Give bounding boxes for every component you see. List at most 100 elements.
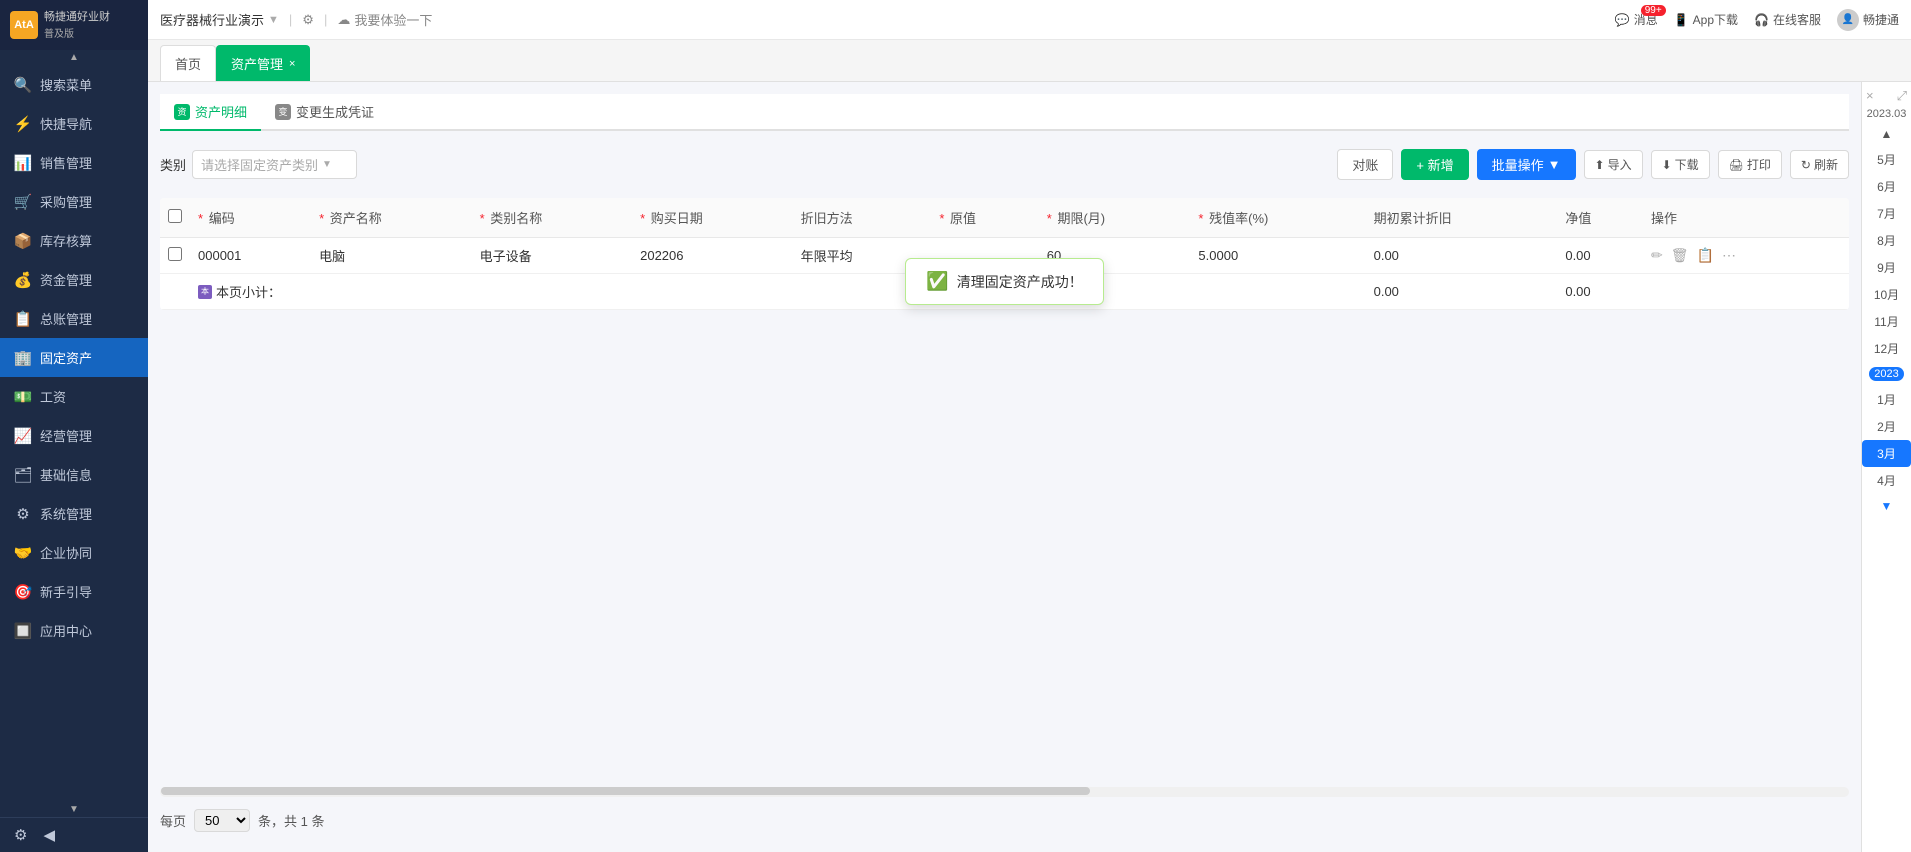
per-page-select[interactable]: 50 100 200 — [194, 809, 250, 832]
company-selector[interactable]: 医疗器械行业演示 ▼ — [160, 10, 279, 29]
panel-year-label: 2023.03 — [1863, 106, 1911, 122]
batch-ops-button[interactable]: 批量操作 ▼ — [1477, 149, 1576, 180]
online-service-btn[interactable]: 🎧 在线客服 — [1754, 11, 1821, 28]
panel-down-arrow[interactable]: ▼ — [1862, 494, 1911, 518]
messages-btn[interactable]: 💬 消息 99+ — [1615, 11, 1658, 28]
row-residual-rate: 5.0000 — [1190, 238, 1365, 274]
guide-icon: 🎯 — [14, 583, 32, 601]
main-area: 医疗器械行业演示 ▼ | ⚙ | ☁ 我要体验一下 💬 消息 99+ 📱 App… — [148, 0, 1911, 852]
sidebar-item-funds[interactable]: 💰 资金管理 — [0, 260, 148, 299]
collapse-sidebar-icon[interactable]: ◀ — [43, 826, 55, 844]
sidebar-item-payroll[interactable]: 💵 工资 — [0, 377, 148, 416]
row-checkbox[interactable] — [168, 247, 182, 261]
message-icon: 💬 — [1615, 13, 1630, 27]
sidebar-item-operations[interactable]: 📈 经营管理 — [0, 416, 148, 455]
tab-asset-management[interactable]: 资产管理 × — [216, 45, 310, 81]
app-download-label: App下载 — [1693, 11, 1738, 28]
sidebar-item-label: 快捷导航 — [40, 114, 92, 133]
panel-month-12[interactable]: 12月 — [1862, 335, 1911, 362]
payroll-icon: 💵 — [14, 388, 32, 406]
topbar-gear-icon[interactable]: ⚙ — [302, 12, 314, 28]
sidebar-item-basic-info[interactable]: 🗂 基础信息 — [0, 455, 148, 494]
settings-icon[interactable]: ⚙ — [14, 826, 27, 844]
sidebar-item-label: 经营管理 — [40, 426, 92, 445]
select-all-checkbox[interactable] — [168, 209, 182, 223]
panel-expand-icon[interactable]: ⤢ — [1897, 88, 1907, 104]
sidebar-item-system[interactable]: ⚙ 系统管理 — [0, 494, 148, 533]
tab-asset-label: 资产管理 — [231, 54, 283, 73]
reconcile-button[interactable]: 对账 — [1337, 149, 1393, 180]
row-purchase-date: 202206 — [632, 238, 793, 274]
subtab-change-voucher-label: 变更生成凭证 — [296, 102, 374, 121]
sidebar-item-app-center[interactable]: 🔲 应用中心 — [0, 611, 148, 650]
import-icon: ⬆ — [1595, 158, 1605, 172]
sidebar-item-fixed-assets[interactable]: 🏢 固定资产 — [0, 338, 148, 377]
panel-month-4[interactable]: 4月 — [1862, 467, 1911, 494]
subtotal-net: 0.00 — [1557, 274, 1643, 310]
subtab-asset-detail[interactable]: 资 资产明细 — [160, 94, 261, 131]
select-all-cell — [160, 198, 190, 238]
col-purchase-date: * 购买日期 — [632, 198, 793, 238]
subtotal-label-text: 本页小计： — [216, 282, 281, 301]
funds-icon: 💰 — [14, 271, 32, 289]
tabbar: 首页 资产管理 × — [148, 40, 1911, 82]
panel-month-9[interactable]: 9月 — [1862, 254, 1911, 281]
sidebar-scroll-up[interactable]: ▲ — [0, 50, 148, 65]
panel-month-6[interactable]: 6月 — [1862, 173, 1911, 200]
toolbar-right: 对账 + 新增 批量操作 ▼ ⬆ 导入 ⬇ 下载 🖨 — [1337, 149, 1849, 180]
delete-row-icon[interactable]: 🗑 — [1671, 247, 1689, 264]
user-menu[interactable]: 👤 畅捷通 — [1837, 9, 1899, 31]
panel-month-2[interactable]: 2月 — [1862, 413, 1911, 440]
system-icon: ⚙ — [14, 505, 32, 523]
refresh-label: 刷新 — [1814, 156, 1838, 173]
panel-month-10[interactable]: 10月 — [1862, 281, 1911, 308]
topbar-left: 医疗器械行业演示 ▼ | ⚙ | ☁ 我要体验一下 — [160, 10, 432, 29]
subtotal-icon: 本 — [198, 285, 212, 299]
sidebar-item-ledger[interactable]: 📋 总账管理 — [0, 299, 148, 338]
cooperation-icon: 🤝 — [14, 544, 32, 562]
separator: | — [289, 12, 292, 27]
new-button[interactable]: + 新增 — [1401, 149, 1468, 180]
panel-month-1[interactable]: 1月 — [1862, 386, 1911, 413]
copy-row-icon[interactable]: 📋 — [1697, 247, 1714, 264]
sidebar: AtA 畅捷通好业财 普及版 ▲ 🔍 搜索菜单 ⚡ 快捷导航 📊 销售管理 🛒 … — [0, 0, 148, 852]
col-initial-accumulated: 期初累计折旧 — [1366, 198, 1558, 238]
print-label: 打印 — [1747, 156, 1771, 173]
horizontal-scrollbar[interactable] — [160, 787, 1849, 797]
panel-month-3-current[interactable]: 3月 — [1862, 440, 1911, 467]
more-row-icon[interactable]: ⋯ — [1722, 247, 1736, 264]
scroll-thumb[interactable] — [161, 787, 1090, 795]
sidebar-scroll-down[interactable]: ▼ — [0, 802, 148, 817]
panel-up-arrow[interactable]: ▲ — [1862, 122, 1911, 146]
sidebar-item-purchase[interactable]: 🛒 采购管理 — [0, 182, 148, 221]
sidebar-item-sales[interactable]: 📊 销售管理 — [0, 143, 148, 182]
import-button[interactable]: ⬆ 导入 — [1584, 150, 1643, 179]
sidebar-item-quick-nav[interactable]: ⚡ 快捷导航 — [0, 104, 148, 143]
refresh-button[interactable]: ↻ 刷新 — [1790, 150, 1849, 179]
panel-month-11[interactable]: 11月 — [1862, 308, 1911, 335]
toast-check-icon: ✅ — [926, 271, 948, 292]
download-button[interactable]: ⬇ 下载 — [1651, 150, 1710, 179]
refresh-icon: ↻ — [1801, 158, 1811, 172]
feedback-btn[interactable]: ☁ 我要体验一下 — [337, 10, 432, 29]
print-button[interactable]: 🖨 打印 — [1718, 150, 1782, 179]
panel-month-5[interactable]: 5月 — [1862, 146, 1911, 173]
sidebar-item-guide[interactable]: 🎯 新手引导 — [0, 572, 148, 611]
sidebar-item-inventory[interactable]: 📦 库存核算 — [0, 221, 148, 260]
sidebar-bottom: ⚙ ◀ — [0, 817, 148, 852]
edit-row-icon[interactable]: ✏ — [1651, 247, 1663, 264]
sidebar-item-search[interactable]: 🔍 搜索菜单 — [0, 65, 148, 104]
sidebar-item-label: 新手引导 — [40, 582, 92, 601]
tab-home[interactable]: 首页 — [160, 45, 216, 81]
messages-badge: 99+ — [1641, 5, 1666, 16]
sidebar-item-cooperation[interactable]: 🤝 企业协同 — [0, 533, 148, 572]
panel-month-7[interactable]: 7月 — [1862, 200, 1911, 227]
toast-message: 清理固定资产成功！ — [957, 272, 1083, 292]
app-download-btn[interactable]: 📱 App下载 — [1674, 11, 1738, 28]
category-select[interactable]: 请选择固定资产类别 ▼ — [192, 150, 357, 179]
panel-month-8[interactable]: 8月 — [1862, 227, 1911, 254]
panel-close-icon[interactable]: × — [1866, 88, 1874, 104]
subtab-change-voucher[interactable]: 变 变更生成凭证 — [261, 94, 388, 131]
total-text: 条，共 1 条 — [258, 811, 324, 830]
tab-close-icon[interactable]: × — [289, 58, 295, 70]
